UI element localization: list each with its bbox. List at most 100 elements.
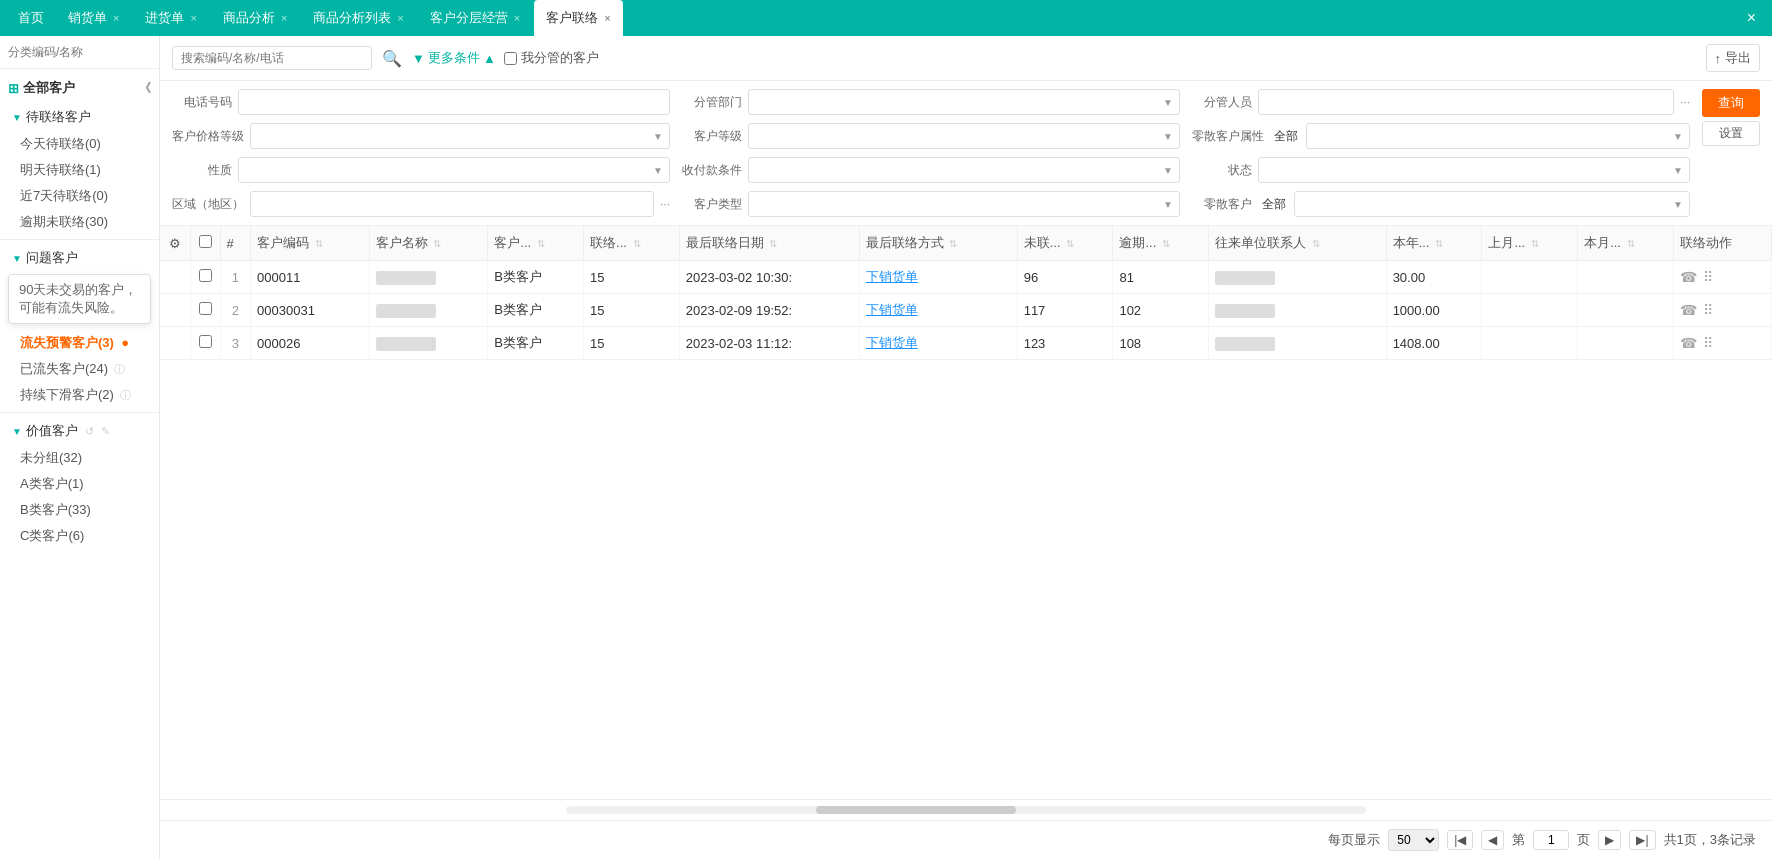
nav-tab-customer-tier[interactable]: 客户分层经营 × [418, 0, 532, 36]
row3-last-method-link[interactable]: 下销货单 [866, 335, 918, 350]
col-this-year[interactable]: 本年... ⇅ [1386, 226, 1482, 261]
nav-tab-analysis[interactable]: 商品分析 × [211, 0, 299, 36]
col-uncontacted[interactable]: 未联... ⇅ [1017, 226, 1113, 261]
sidebar-group-pending[interactable]: ▼ 待联络客户 [0, 103, 159, 131]
export-button[interactable]: ↑ 导出 [1706, 44, 1761, 72]
row1-more-icon[interactable]: ⠿ [1703, 269, 1713, 285]
row2-contact-icon[interactable]: ☎ [1680, 302, 1697, 318]
my-customers-checkbox-label[interactable]: 我分管的客户 [504, 49, 599, 67]
nav-tab-sales[interactable]: 销货单 × [56, 0, 131, 36]
nav-home[interactable]: 首页 [8, 9, 54, 27]
close-customer-link-tab[interactable]: × [604, 12, 610, 24]
nav-tab-purchase[interactable]: 进货单 × [133, 0, 208, 36]
dept-select[interactable]: ▼ [748, 89, 1180, 115]
zero-customer-select[interactable]: ▼ [1294, 191, 1690, 217]
status-select[interactable]: ▼ [1258, 157, 1690, 183]
col-last-method[interactable]: 最后联络方式 ⇅ [859, 226, 1017, 261]
grid-icon: ⊞ [8, 81, 19, 96]
col-settings[interactable]: ⚙ [160, 226, 190, 261]
sidebar-item-today[interactable]: 今天待联络(0) [0, 131, 159, 157]
sidebar-search-input[interactable] [8, 45, 158, 59]
manager-input[interactable] [1258, 89, 1674, 115]
nav-tab-analysis-list[interactable]: 商品分析列表 × [301, 0, 415, 36]
row2-last-method-link[interactable]: 下销货单 [866, 302, 918, 317]
row1-checkbox[interactable] [199, 269, 212, 282]
row1-last-method[interactable]: 下销货单 [859, 261, 1017, 294]
close-customer-tier-tab[interactable]: × [514, 12, 520, 24]
row1-last-method-link[interactable]: 下销货单 [866, 269, 918, 284]
more-conditions-btn[interactable]: ▼ 更多条件 ▲ [412, 49, 496, 67]
sidebar-item-7days[interactable]: 近7天待联络(0) [0, 183, 159, 209]
row2-last-method[interactable]: 下销货单 [859, 294, 1017, 327]
sidebar-item-class-a[interactable]: A类客户(1) [0, 471, 159, 497]
row3-checkbox-cell[interactable] [190, 327, 220, 360]
row2-name [369, 294, 488, 327]
nav-tab-customer-link[interactable]: 客户联络 × [534, 0, 622, 36]
prev-page-btn[interactable]: ◀ [1481, 830, 1504, 850]
per-page-select[interactable]: 50 100 200 [1388, 829, 1439, 851]
col-name[interactable]: 客户名称 ⇅ [369, 226, 488, 261]
sidebar-item-churned[interactable]: 已流失客户(24) ⓘ [0, 356, 159, 382]
scroll-track[interactable] [566, 806, 1366, 814]
close-purchase-tab[interactable]: × [190, 12, 196, 24]
row2-checkbox[interactable] [199, 302, 212, 315]
sidebar-group-problem[interactable]: ▼ 问题客户 [0, 244, 159, 272]
scroll-thumb[interactable] [816, 806, 1016, 814]
payment-select[interactable]: ▼ [748, 157, 1180, 183]
row3-contact-icon[interactable]: ☎ [1680, 335, 1697, 351]
close-sales-tab[interactable]: × [113, 12, 119, 24]
region-ellipsis-btn[interactable]: ··· [660, 197, 670, 211]
row2-more-icon[interactable]: ⠿ [1703, 302, 1713, 318]
row3-checkbox[interactable] [199, 335, 212, 348]
sidebar-item-class-c[interactable]: C类客户(6) [0, 523, 159, 549]
filter-search-button[interactable]: 🔍 [380, 49, 404, 68]
col-checkbox[interactable] [190, 226, 220, 261]
nature-select[interactable]: ▼ [238, 157, 670, 183]
filter-search-input[interactable] [172, 46, 372, 70]
row1-contact-icon[interactable]: ☎ [1680, 269, 1697, 285]
col-unit-contact[interactable]: 往来单位联系人 ⇅ [1209, 226, 1386, 261]
col-code[interactable]: 客户编码 ⇅ [251, 226, 370, 261]
col-last-month[interactable]: 上月... ⇅ [1482, 226, 1578, 261]
col-last-date[interactable]: 最后联络日期 ⇅ [679, 226, 859, 261]
customer-grade-select[interactable]: ▼ [748, 123, 1180, 149]
col-contact[interactable]: 联络... ⇅ [584, 226, 680, 261]
sidebar-group-value[interactable]: ▼ 价值客户 ↺ ✎ [0, 417, 159, 445]
first-page-btn[interactable]: |◀ [1447, 830, 1473, 850]
manager-ellipsis-btn[interactable]: ··· [1680, 95, 1690, 109]
col-this-month[interactable]: 本月... ⇅ [1578, 226, 1674, 261]
sidebar-all-customers[interactable]: ⊞ 全部客户 《 [0, 73, 159, 103]
row1-this-month [1578, 261, 1674, 294]
page-num-input[interactable] [1533, 830, 1569, 850]
col-overdue[interactable]: 逾期... ⇅ [1113, 226, 1209, 261]
phone-input[interactable] [238, 89, 670, 115]
my-customers-checkbox[interactable] [504, 52, 517, 65]
query-button[interactable]: 查询 [1702, 89, 1760, 117]
last-page-btn[interactable]: ▶| [1629, 830, 1655, 850]
sidebar-item-tomorrow[interactable]: 明天待联络(1) [0, 157, 159, 183]
select-all-checkbox[interactable] [199, 235, 212, 248]
row1-overdue: 81 [1113, 261, 1209, 294]
sidebar-item-overdue[interactable]: 逾期未联络(30) [0, 209, 159, 235]
horizontal-scrollbar[interactable] [160, 799, 1772, 820]
row2-checkbox-cell[interactable] [190, 294, 220, 327]
close-all-btn[interactable]: × [1739, 9, 1764, 27]
sidebar-collapse-btn[interactable]: 《 [139, 80, 151, 97]
row3-more-icon[interactable]: ⠿ [1703, 335, 1713, 351]
filter-settings-button[interactable]: 设置 [1702, 121, 1760, 146]
col-type[interactable]: 客户... ⇅ [488, 226, 584, 261]
row3-last-method[interactable]: 下销货单 [859, 327, 1017, 360]
sidebar-item-ungrouped[interactable]: 未分组(32) [0, 445, 159, 471]
sidebar-item-class-b[interactable]: B类客户(33) [0, 497, 159, 523]
sidebar-item-churn-warning[interactable]: 流失预警客户(3) ● [0, 330, 159, 356]
row1-checkbox-cell[interactable] [190, 261, 220, 294]
region-input[interactable] [250, 191, 654, 217]
price-grade-select[interactable]: ▼ [250, 123, 670, 149]
close-analysis-list-tab[interactable]: × [397, 12, 403, 24]
customer-type-select[interactable]: ▼ [748, 191, 1180, 217]
next-page-btn[interactable]: ▶ [1598, 830, 1621, 850]
zero-attr-select[interactable]: ▼ [1306, 123, 1690, 149]
close-analysis-tab[interactable]: × [281, 12, 287, 24]
filter-payment: 收付款条件 ▼ [682, 157, 1180, 183]
sidebar-item-declining[interactable]: 持续下滑客户(2) ⓘ [0, 382, 159, 408]
